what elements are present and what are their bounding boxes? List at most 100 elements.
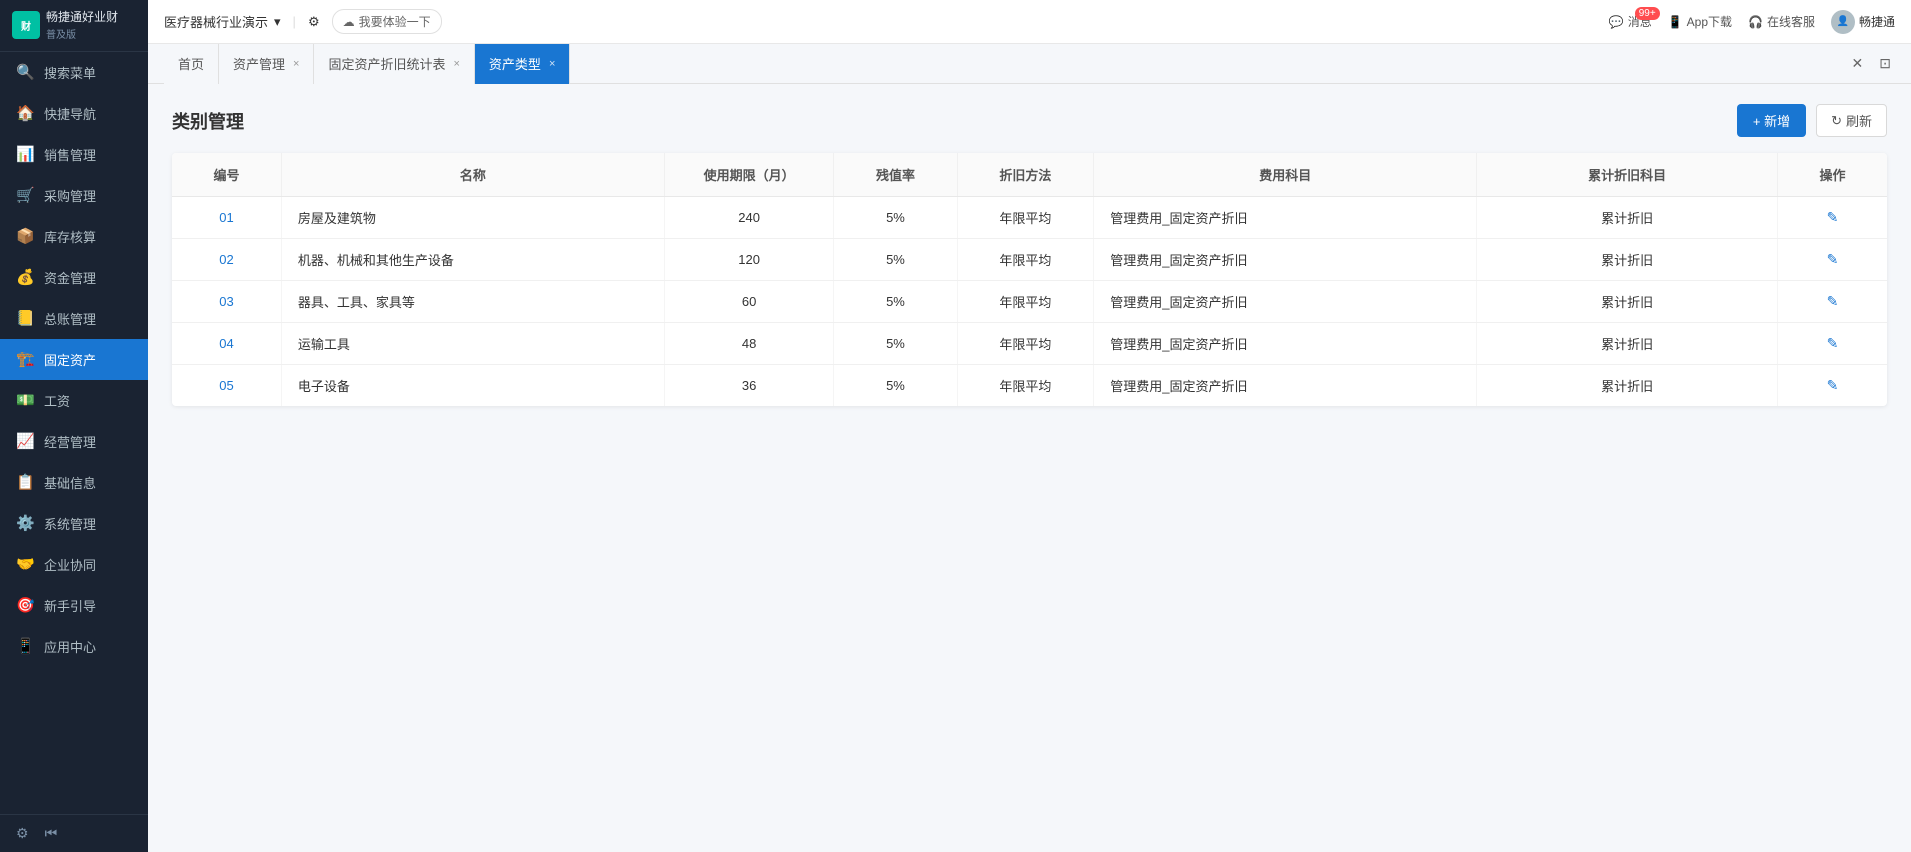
phone-icon: 📱 — [1668, 15, 1683, 29]
try-button[interactable]: ☁ 我要体验一下 — [332, 9, 442, 34]
edit-button[interactable]: ✎ — [1827, 335, 1839, 351]
col-header-accum: 累计折旧科目 — [1477, 153, 1778, 197]
cell-accum: 累计折旧 — [1477, 239, 1778, 281]
sidebar-nav: 🔍搜索菜单🏠快捷导航📊销售管理 🛒 采购管理 📦库存核算 💰 资金管理 📒总账管理🏗️固定资… — [0, 52, 148, 814]
edit-button[interactable]: ✎ — [1827, 293, 1839, 309]
cell-expense: 管理费用_固定资产折旧 — [1094, 323, 1477, 365]
tab-label: 资产类型 — [489, 54, 541, 73]
sidebar-item-label: 快捷导航 — [44, 104, 96, 123]
main-content: 医疗器械行业演示 ▾ | ⚙ ☁ 我要体验一下 💬 消息 99+ 📱 App下载… — [148, 0, 1911, 852]
sidebar-item-enterprise[interactable]: 🤝企业协同 — [0, 544, 148, 585]
app-download-label: App下载 — [1687, 13, 1732, 30]
cell-name: 电子设备 — [281, 365, 664, 407]
cell-code: 01 — [172, 197, 281, 239]
table-row: 03 器具、工具、家具等 60 5% 年限平均 管理费用_固定资产折旧 累计折旧… — [172, 281, 1887, 323]
cell-period: 120 — [664, 239, 834, 281]
module-selector[interactable]: 医疗器械行业演示 ▾ — [164, 12, 281, 31]
sidebar-item-purchase[interactable]: 🛒 采购管理 — [0, 175, 148, 216]
cell-op: ✎ — [1778, 365, 1887, 407]
tab-fixed-asset-depreciation[interactable]: 固定资产折旧统计表× — [314, 44, 474, 84]
tabs-container: 首页资产管理×固定资产折旧统计表×资产类型× — [164, 44, 1848, 84]
table-body: 01 房屋及建筑物 240 5% 年限平均 管理费用_固定资产折旧 累计折旧 ✎… — [172, 197, 1887, 407]
cell-period: 60 — [664, 281, 834, 323]
edit-button[interactable]: ✎ — [1827, 251, 1839, 267]
purchase-icon: 🛒 — [16, 186, 34, 204]
basic-info-icon: 📋 — [16, 473, 34, 491]
tab-label: 首页 — [178, 54, 204, 73]
tabs-bar: 首页资产管理×固定资产折旧统计表×资产类型× ✕ ⊡ — [148, 44, 1911, 84]
finance-icon: 💰 — [16, 268, 34, 286]
category-table-container: 编号 名称 使用期限（月） 残值率 折旧方法 费用科目 累计折旧科目 操作 01… — [172, 153, 1887, 406]
cell-expense: 管理费用_固定资产折旧 — [1094, 281, 1477, 323]
sidebar-item-general-ledger[interactable]: 📒总账管理 — [0, 298, 148, 339]
online-service-label: 在线客服 — [1767, 13, 1815, 30]
new-button[interactable]: + 新增 — [1737, 104, 1806, 137]
edit-button[interactable]: ✎ — [1827, 377, 1839, 393]
sidebar-item-payroll[interactable]: 💵工资 — [0, 380, 148, 421]
cell-method: 年限平均 — [957, 365, 1094, 407]
sidebar-item-label: 企业协同 — [44, 555, 96, 574]
system-icon: ⚙️ — [16, 514, 34, 532]
user-name: 畅捷通 — [1859, 13, 1895, 30]
tab-asset-type[interactable]: 资产类型 × — [475, 44, 570, 84]
cell-name: 运输工具 — [281, 323, 664, 365]
col-header-expense: 费用科目 — [1094, 153, 1477, 197]
table-row: 01 房屋及建筑物 240 5% 年限平均 管理费用_固定资产折旧 累计折旧 ✎ — [172, 197, 1887, 239]
operations-icon: 📈 — [16, 432, 34, 450]
tab-close-icon[interactable]: × — [549, 58, 555, 70]
tab-home[interactable]: 首页 — [164, 44, 219, 84]
sidebar-item-inventory[interactable]: 📦库存核算 — [0, 216, 148, 257]
sidebar-item-label: 采购管理 — [44, 186, 96, 205]
col-header-period: 使用期限（月） — [664, 153, 834, 197]
sidebar-item-label: 销售管理 — [44, 145, 96, 164]
app-download-button[interactable]: 📱 App下载 — [1668, 13, 1732, 30]
fixed-assets-icon: 🏗️ — [16, 350, 34, 368]
message-icon: 💬 — [1609, 15, 1624, 29]
tab-asset-mgmt[interactable]: 资产管理 × — [219, 44, 314, 84]
tab-close-icon[interactable]: × — [293, 58, 299, 70]
sidebar-item-guide[interactable]: 🎯新手引导 — [0, 585, 148, 626]
settings-icon[interactable]: ⚙ — [16, 825, 29, 842]
cell-method: 年限平均 — [957, 281, 1094, 323]
sidebar-item-app-center[interactable]: 📱应用中心 — [0, 626, 148, 667]
sidebar-item-system[interactable]: ⚙️系统管理 — [0, 503, 148, 544]
try-label: 我要体验一下 — [359, 13, 431, 30]
cell-method: 年限平均 — [957, 239, 1094, 281]
sidebar-item-label: 基础信息 — [44, 473, 96, 492]
cell-residual: 5% — [834, 323, 957, 365]
sidebar-item-operations[interactable]: 📈经营管理 — [0, 421, 148, 462]
cell-name: 房屋及建筑物 — [281, 197, 664, 239]
sidebar-item-label: 新手引导 — [44, 596, 96, 615]
settings-button[interactable]: ⚙ — [308, 14, 320, 30]
expand-tab-button[interactable]: ⊡ — [1875, 51, 1895, 76]
sidebar-item-quick-nav[interactable]: 🏠快捷导航 — [0, 93, 148, 134]
cell-code: 03 — [172, 281, 281, 323]
close-tab-button[interactable]: ✕ — [1848, 51, 1868, 76]
edit-button[interactable]: ✎ — [1827, 209, 1839, 225]
sidebar-bottom: ⚙ ⏮ — [0, 814, 148, 852]
sidebar-item-fixed-assets[interactable]: 🏗️固定资产 — [0, 339, 148, 380]
collapse-icon[interactable]: ⏮ — [45, 825, 58, 842]
tab-label: 资产管理 — [233, 54, 285, 73]
table-row: 04 运输工具 48 5% 年限平均 管理费用_固定资产折旧 累计折旧 ✎ — [172, 323, 1887, 365]
sidebar-item-label: 工资 — [44, 391, 70, 410]
try-icon: ☁ — [343, 15, 355, 29]
online-service-button[interactable]: 🎧 在线客服 — [1748, 13, 1815, 30]
message-button[interactable]: 💬 消息 99+ — [1609, 13, 1652, 30]
tab-close-icon[interactable]: × — [453, 58, 459, 70]
sidebar-item-label: 资金管理 — [44, 268, 96, 287]
cell-method: 年限平均 — [957, 197, 1094, 239]
cell-period: 48 — [664, 323, 834, 365]
category-table: 编号 名称 使用期限（月） 残值率 折旧方法 费用科目 累计折旧科目 操作 01… — [172, 153, 1887, 406]
sidebar-item-basic-info[interactable]: 📋 基础信息 — [0, 462, 148, 503]
col-header-name: 名称 — [281, 153, 664, 197]
sidebar-item-finance[interactable]: 💰 资金管理 — [0, 257, 148, 298]
sidebar-item-label: 总账管理 — [44, 309, 96, 328]
user-menu[interactable]: 👤 畅捷通 — [1831, 10, 1895, 34]
cell-residual: 5% — [834, 197, 957, 239]
refresh-button[interactable]: ↻ 刷新 — [1816, 104, 1887, 137]
refresh-icon: ↻ — [1831, 113, 1842, 129]
sidebar-item-sales[interactable]: 📊销售管理 — [0, 134, 148, 175]
sidebar-item-search[interactable]: 🔍搜索菜单 — [0, 52, 148, 93]
cell-name: 机器、机械和其他生产设备 — [281, 239, 664, 281]
